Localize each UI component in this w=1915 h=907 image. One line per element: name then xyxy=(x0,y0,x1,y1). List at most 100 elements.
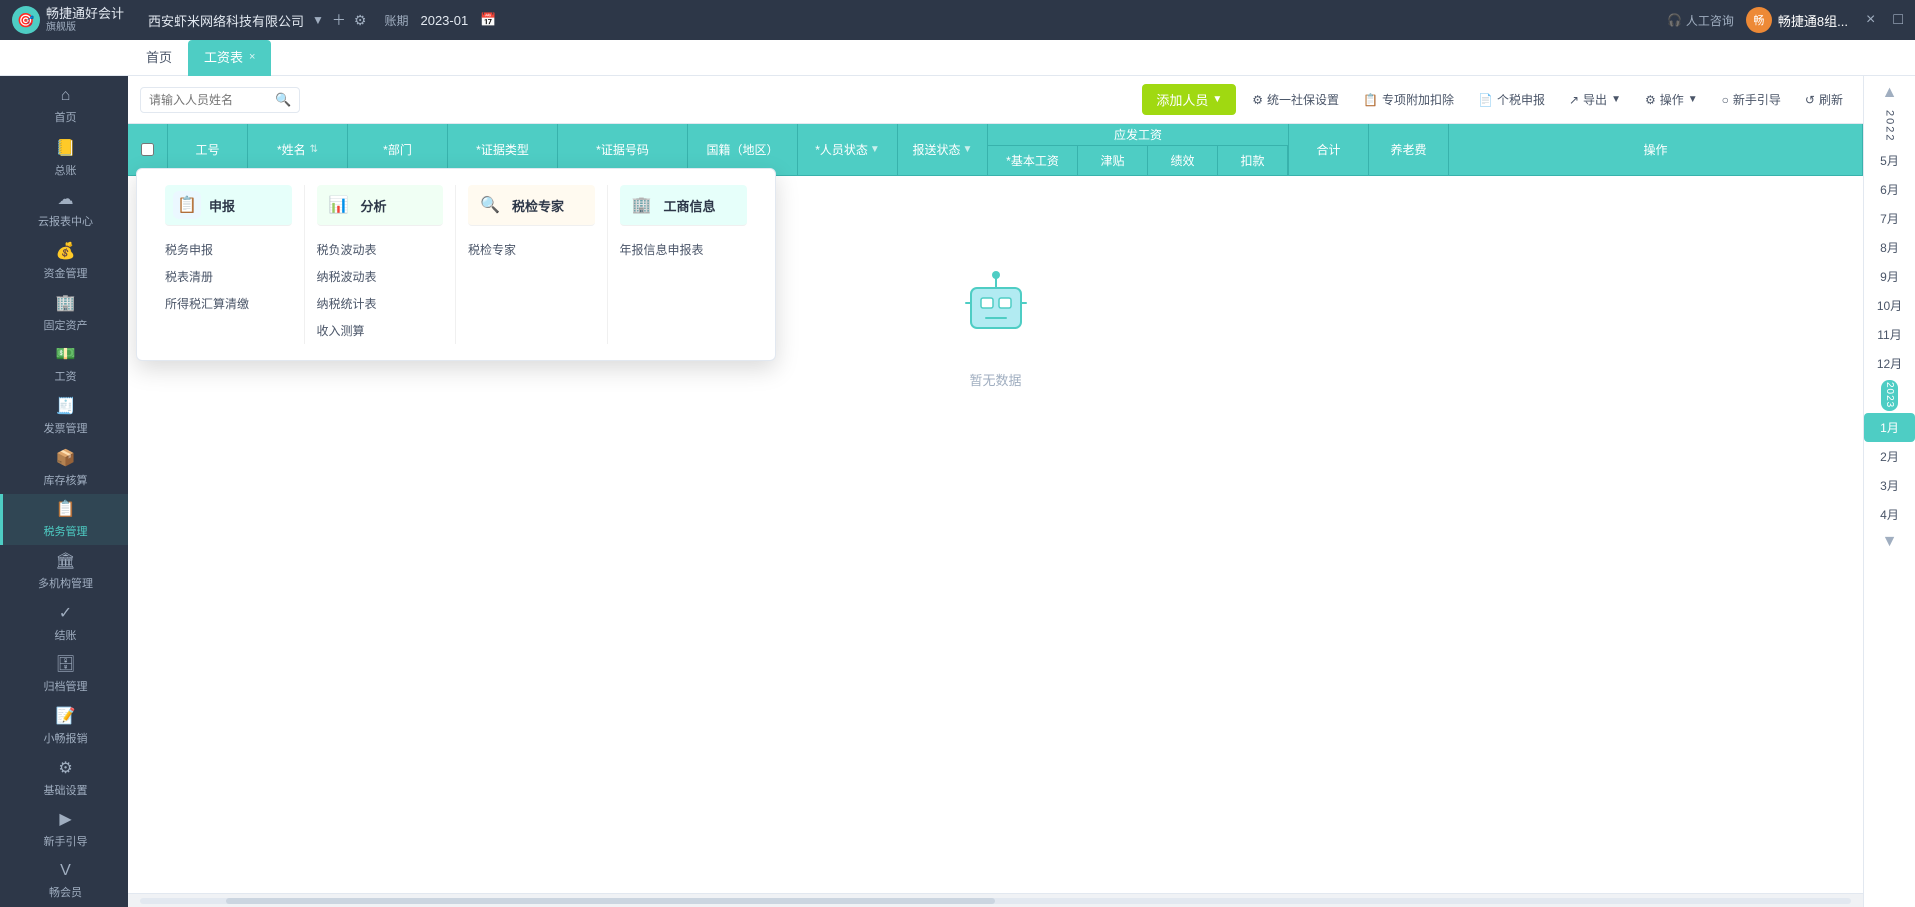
th-performance: 绩效 xyxy=(1148,146,1218,175)
sidebar-item-member[interactable]: V 畅会员 xyxy=(0,855,128,907)
company-dropdown-icon[interactable]: ▼ xyxy=(312,13,324,27)
cal-month-5[interactable]: 5月 xyxy=(1864,146,1915,175)
logo-title: 畅捷通好会计 xyxy=(46,6,124,22)
archive-icon: 🗄 xyxy=(55,654,75,674)
cal-month-10[interactable]: 10月 xyxy=(1864,291,1915,320)
toolbar-refresh[interactable]: ↺ 刷新 xyxy=(1797,87,1851,112)
tax-dropdown-menu: 📋 申报 税务申报 税表清册 所得税汇算清缴 📊 分析 税负波动表 纳税波动表 … xyxy=(136,168,776,361)
menu-section-fenxi-header: 📊 分析 xyxy=(317,185,444,226)
menu-item-tax-stats[interactable]: 纳税统计表 xyxy=(317,290,444,317)
expense-icon: 📝 xyxy=(56,706,76,726)
scroll-track[interactable] xyxy=(140,898,1851,904)
menu-item-tax-table[interactable]: 税表清册 xyxy=(165,263,292,290)
guide-toolbar-icon: ○ xyxy=(1722,93,1729,107)
toolbar-tax-report[interactable]: 📄 个税申报 xyxy=(1470,87,1553,112)
sidebar-item-multi[interactable]: 🏛 多机构管理 xyxy=(0,545,128,597)
add-person-btn[interactable]: 添加人员 ▼ xyxy=(1142,84,1236,115)
logo-area: 🎯 畅捷通好会计 旗舰版 xyxy=(12,6,140,34)
toolbar-social-security[interactable]: ⚙ 统一社保设置 xyxy=(1244,87,1347,112)
report-status-filter[interactable]: ▼ xyxy=(963,144,973,155)
sidebar-item-tax[interactable]: 📋 税务管理 xyxy=(0,494,128,546)
settle-icon: ✓ xyxy=(59,603,72,623)
menu-item-income-calc[interactable]: 收入测算 xyxy=(317,317,444,344)
th-group-payable: 应发工资 *基本工资 津贴 绩效 扣款 xyxy=(988,124,1289,175)
right-calendar-panel: ▲ 2022 5月 6月 7月 8月 9月 10月 11月 12月 2023 1… xyxy=(1863,76,1915,907)
cal-month-2[interactable]: 2月 xyxy=(1864,442,1915,471)
calendar-icon[interactable]: 📅 xyxy=(480,12,496,28)
export-icon: ↗ xyxy=(1569,93,1579,107)
sidebar-item-invoice[interactable]: 🧾 发票管理 xyxy=(0,390,128,442)
cal-month-9[interactable]: 9月 xyxy=(1864,262,1915,291)
th-pension: 养老费 xyxy=(1369,124,1449,175)
sidebar-item-cloud[interactable]: ☁ 云报表中心 xyxy=(0,183,128,235)
close-btn[interactable]: × xyxy=(1866,11,1875,29)
sidebar-item-expense[interactable]: 📝 小畅报销 xyxy=(0,700,128,752)
sidebar-item-settings[interactable]: ⚙ 基础设置 xyxy=(0,752,128,804)
deduction-icon: 📋 xyxy=(1363,93,1378,107)
toolbar-special-deduction[interactable]: 📋 专项附加扣除 xyxy=(1355,87,1462,112)
tab-salary[interactable]: 工资表 × xyxy=(188,40,271,76)
menu-item-tax-wave[interactable]: 纳税波动表 xyxy=(317,263,444,290)
sidebar-item-guide[interactable]: ▶ 新手引导 xyxy=(0,804,128,856)
cal-month-12[interactable]: 12月 xyxy=(1864,349,1915,378)
ledger-icon: 📒 xyxy=(56,138,76,158)
toolbar-guide[interactable]: ○ 新手引导 xyxy=(1714,87,1789,112)
tab-home[interactable]: 首页 xyxy=(130,40,188,76)
export-arrow-icon: ▼ xyxy=(1611,94,1621,105)
cal-month-8[interactable]: 8月 xyxy=(1864,233,1915,262)
cal-month-1[interactable]: 1月 xyxy=(1864,413,1915,442)
menu-section-taxcheck: 🔍 税检专家 税检专家 xyxy=(456,185,608,344)
sidebar-item-inventory[interactable]: 📦 库存核算 xyxy=(0,442,128,494)
social-security-icon: ⚙ xyxy=(1252,93,1263,107)
menu-item-annual-report[interactable]: 年报信息申报表 xyxy=(620,236,748,263)
menu-item-tax-declare[interactable]: 税务申报 xyxy=(165,236,292,263)
search-input[interactable] xyxy=(149,93,269,107)
name-sort-icon[interactable]: ⇅ xyxy=(310,144,318,155)
menu-section-shenb: 📋 申报 税务申报 税表清册 所得税汇算清缴 xyxy=(153,185,305,344)
search-wrap[interactable]: 🔍 xyxy=(140,87,300,113)
sidebar-item-fund[interactable]: 💰 资金管理 xyxy=(0,235,128,287)
cal-month-4[interactable]: 4月 xyxy=(1864,500,1915,529)
company-area: 西安虾米网络科技有限公司 ▼ ＋ ⚙ 账期 2023-01 📅 xyxy=(148,10,496,30)
cal-month-6[interactable]: 6月 xyxy=(1864,175,1915,204)
restore-btn[interactable]: □ xyxy=(1893,11,1903,29)
select-all-checkbox[interactable] xyxy=(141,143,154,156)
menu-section-taxcheck-header: 🔍 税检专家 xyxy=(468,185,595,226)
toolbar: 🔍 添加人员 ▼ ⚙ 统一社保设置 📋 专项附加扣除 📄 个税申报 ↗ 导出 xyxy=(128,76,1863,124)
cal-nav-down[interactable]: ▼ xyxy=(1878,529,1902,555)
toolbar-export[interactable]: ↗ 导出 ▼ xyxy=(1561,87,1629,112)
cloud-icon: ☁ xyxy=(58,189,74,209)
sidebar-item-salary[interactable]: 💵 工资 xyxy=(0,338,128,390)
sidebar-item-ledger[interactable]: 📒 总账 xyxy=(0,132,128,184)
menu-item-income-tax[interactable]: 所得税汇算清缴 xyxy=(165,290,292,317)
fund-icon: 💰 xyxy=(56,241,76,261)
tax-report-icon: 📄 xyxy=(1478,93,1493,107)
sidebar-item-settle[interactable]: ✓ 结账 xyxy=(0,597,128,649)
th-action: 操作 xyxy=(1449,124,1863,175)
business-icon: 🏢 xyxy=(628,191,656,219)
cal-month-7[interactable]: 7月 xyxy=(1864,204,1915,233)
operate-arrow-icon: ▼ xyxy=(1688,94,1698,105)
cal-nav-up[interactable]: ▲ xyxy=(1878,80,1902,106)
toolbar-operate[interactable]: ⚙ 操作 ▼ xyxy=(1637,87,1706,112)
home-icon: ⌂ xyxy=(61,87,71,105)
tab-salary-close[interactable]: × xyxy=(249,51,255,63)
menu-section-business: 🏢 工商信息 年报信息申报表 xyxy=(608,185,760,344)
support-btn[interactable]: 🎧 人工咨询 xyxy=(1667,12,1734,29)
sidebar-item-archive[interactable]: 🗄 归档管理 xyxy=(0,649,128,701)
menu-item-tax-burden[interactable]: 税负波动表 xyxy=(317,236,444,263)
cal-month-11[interactable]: 11月 xyxy=(1864,320,1915,349)
member-icon: V xyxy=(60,862,71,880)
scroll-thumb[interactable] xyxy=(226,898,996,904)
person-status-filter[interactable]: ▼ xyxy=(870,144,880,155)
sidebar-item-home[interactable]: ⌂ 首页 xyxy=(0,80,128,132)
cal-month-3[interactable]: 3月 xyxy=(1864,471,1915,500)
menu-item-taxcheck[interactable]: 税检专家 xyxy=(468,236,595,263)
bottom-scroll xyxy=(128,893,1863,907)
main-layout: ⌂ 首页 📒 总账 ☁ 云报表中心 💰 资金管理 🏢 固定资产 💵 工资 🧾 发… xyxy=(0,76,1915,907)
menu-section-fenxi: 📊 分析 税负波动表 纳税波动表 纳税统计表 收入测算 xyxy=(305,185,457,344)
sidebar-item-asset[interactable]: 🏢 固定资产 xyxy=(0,287,128,339)
operate-icon: ⚙ xyxy=(1645,93,1656,107)
add-company-btn[interactable]: ＋ xyxy=(332,10,346,30)
settings-icon[interactable]: ⚙ xyxy=(354,12,367,29)
